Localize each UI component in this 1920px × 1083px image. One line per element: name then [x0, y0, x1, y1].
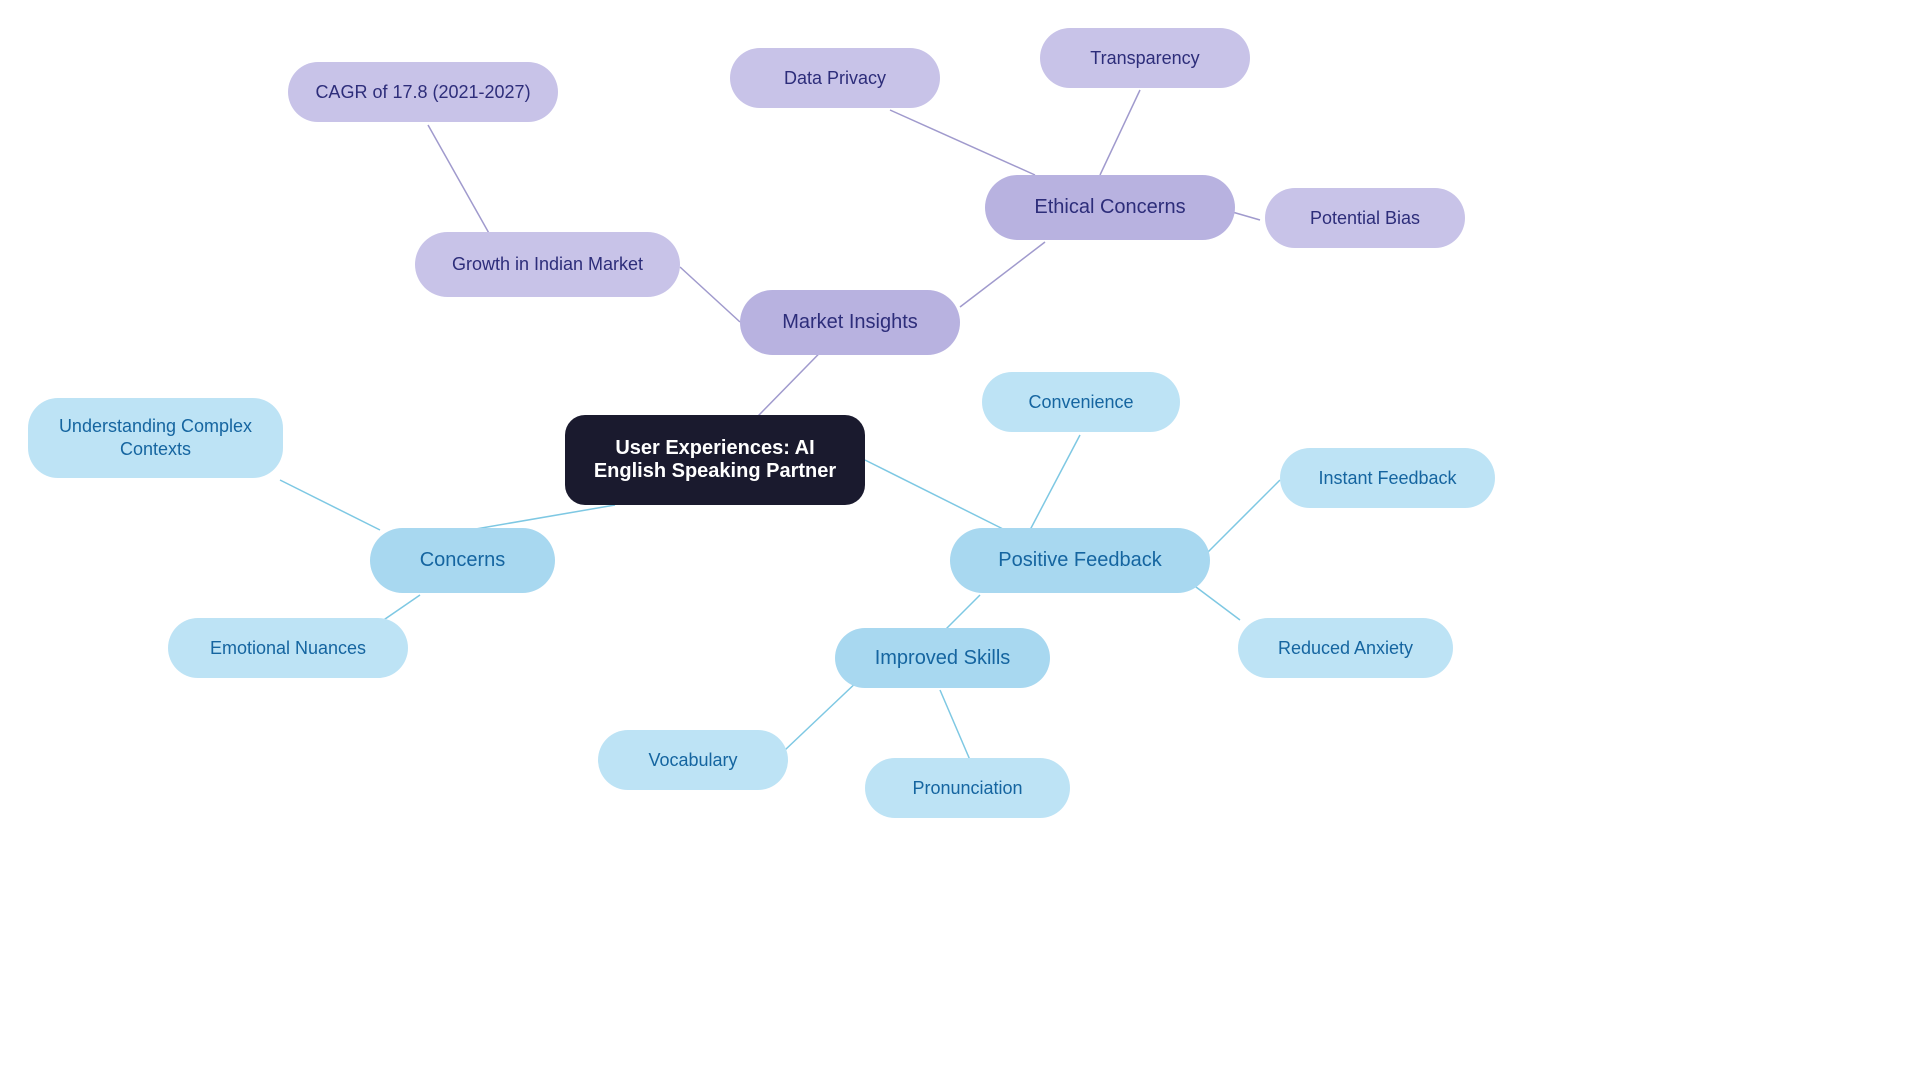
instant-feedback-node: Instant Feedback [1280, 448, 1495, 508]
pronunciation-node: Pronunciation [865, 758, 1070, 818]
ethical-concerns-node: Ethical Concerns [985, 175, 1235, 240]
emotional-nuances-node: Emotional Nuances [168, 618, 408, 678]
convenience-node: Convenience [982, 372, 1180, 432]
market-insights-node: Market Insights [740, 290, 960, 355]
reduced-anxiety-node: Reduced Anxiety [1238, 618, 1453, 678]
cagr-node: CAGR of 17.8 (2021-2027) [288, 62, 558, 122]
center-node: User Experiences: AI English Speaking Pa… [565, 415, 865, 505]
growth-indian-market-node: Growth in Indian Market [415, 232, 680, 297]
vocabulary-node: Vocabulary [598, 730, 788, 790]
understanding-complex-node: Understanding Complex Contexts [28, 398, 283, 478]
data-privacy-node: Data Privacy [730, 48, 940, 108]
potential-bias-node: Potential Bias [1265, 188, 1465, 248]
positive-feedback-node: Positive Feedback [950, 528, 1210, 593]
concerns-node: Concerns [370, 528, 555, 593]
transparency-node: Transparency [1040, 28, 1250, 88]
improved-skills-node: Improved Skills [835, 628, 1050, 688]
